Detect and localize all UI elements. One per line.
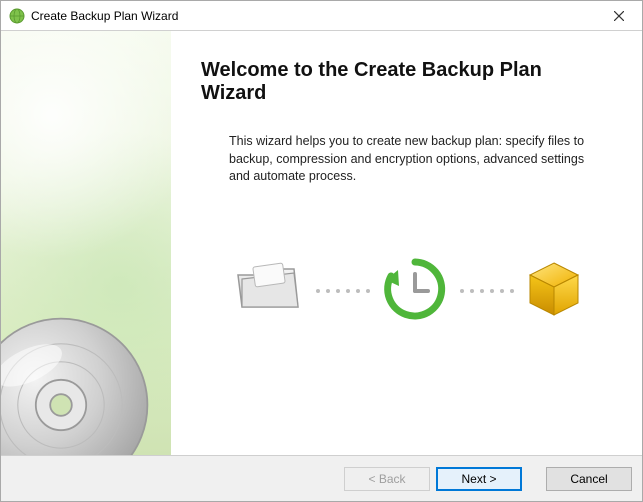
globe-icon: [9, 8, 25, 24]
back-button: < Back: [344, 467, 430, 491]
main-panel: Welcome to the Create Backup Plan Wizard…: [171, 31, 642, 455]
close-icon[interactable]: [596, 1, 642, 30]
disc-icon: [1, 315, 151, 455]
illustration-row: [201, 256, 612, 327]
dots-separator: [460, 289, 514, 293]
folder-icon: [232, 257, 304, 326]
wizard-window: Create Backup Plan Wizard: [0, 0, 643, 502]
dots-separator: [316, 289, 370, 293]
titlebar: Create Backup Plan Wizard: [1, 1, 642, 31]
footer-bar: < Back Next > Cancel: [1, 455, 642, 501]
history-icon: [382, 256, 448, 327]
wizard-body: Welcome to the Create Backup Plan Wizard…: [1, 31, 642, 455]
sidebar-graphic: [1, 31, 171, 455]
next-button[interactable]: Next >: [436, 467, 522, 491]
cancel-button[interactable]: Cancel: [546, 467, 632, 491]
page-description: This wizard helps you to create new back…: [229, 133, 589, 186]
page-heading: Welcome to the Create Backup Plan Wizard: [201, 59, 612, 105]
window-title: Create Backup Plan Wizard: [31, 9, 596, 23]
box-icon: [526, 259, 582, 324]
